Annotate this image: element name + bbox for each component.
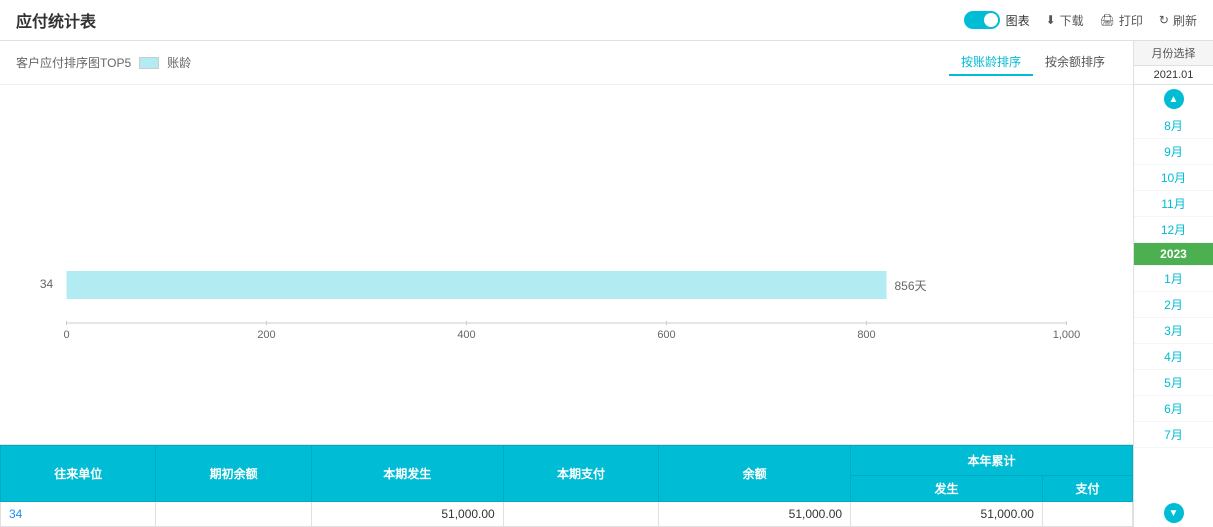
- chart-legend: 客户应付排序图TOP5 账龄: [16, 54, 191, 71]
- svg-text:1,000: 1,000: [1053, 329, 1081, 341]
- month-item[interactable]: 12月: [1134, 217, 1213, 243]
- nav-down-button[interactable]: ▼: [1164, 503, 1184, 523]
- month-item[interactable]: 2月: [1134, 292, 1213, 318]
- download-button[interactable]: ⬇ 下载: [1046, 12, 1084, 29]
- month-item[interactable]: 1月: [1134, 266, 1213, 292]
- print-label: 打印: [1119, 12, 1143, 29]
- app-container: 应付统计表 图表 ⬇ 下载 🖨 打印 ↻ 刷新: [0, 0, 1213, 527]
- svg-text:600: 600: [657, 329, 675, 341]
- month-item[interactable]: 7月: [1134, 422, 1213, 448]
- month-item[interactable]: 11月: [1134, 191, 1213, 217]
- chart-header: 客户应付排序图TOP5 账龄 按账龄排序 按余额排序: [0, 41, 1133, 85]
- sidebar-year-input[interactable]: [1134, 66, 1213, 85]
- svg-text:856天: 856天: [895, 279, 927, 293]
- legend-title: 客户应付排序图TOP5: [16, 54, 131, 71]
- header: 应付统计表 图表 ⬇ 下载 🖨 打印 ↻ 刷新: [0, 0, 1213, 41]
- month-item[interactable]: 8月: [1134, 113, 1213, 139]
- table-area: 往来单位 期初余额 本期发生 本期支付 余额 本年累计 发生 支付: [0, 444, 1133, 527]
- col-balance-header: 余额: [659, 446, 851, 502]
- legend-label: 账龄: [167, 54, 191, 71]
- header-actions: 图表 ⬇ 下载 🖨 打印 ↻ 刷新: [964, 11, 1197, 29]
- vendor-link[interactable]: 34: [9, 507, 22, 521]
- print-icon: 🖨: [1100, 13, 1115, 27]
- month-item[interactable]: 2023: [1134, 243, 1213, 266]
- chart-area: 客户应付排序图TOP5 账龄 按账龄排序 按余额排序 34 856天: [0, 41, 1133, 527]
- main-content: 客户应付排序图TOP5 账龄 按账龄排序 按余额排序 34 856天: [0, 41, 1213, 527]
- col-current-pay-header: 本期支付: [503, 446, 658, 502]
- svg-text:800: 800: [857, 329, 875, 341]
- tab-by-balance[interactable]: 按余额排序: [1033, 49, 1117, 76]
- chart-bar: [67, 271, 887, 299]
- chart-svg-container: 34 856天 0 200 400 600 800 1,000: [0, 85, 1133, 444]
- sidebar-month-header: 月份选择: [1134, 41, 1213, 66]
- bar-chart: 34 856天 0 200 400 600 800 1,000: [16, 93, 1117, 373]
- download-icon: ⬇: [1046, 13, 1056, 27]
- col-current-occur-header: 本期发生: [311, 446, 503, 502]
- sidebar-nav-down: ▼: [1134, 499, 1213, 527]
- svg-text:400: 400: [457, 329, 475, 341]
- chart-toggle-container[interactable]: 图表: [964, 11, 1030, 29]
- current_occur-cell: 51,000.00: [311, 502, 503, 527]
- month-item[interactable]: 9月: [1134, 139, 1213, 165]
- print-button[interactable]: 🖨 打印: [1100, 12, 1143, 29]
- opening-cell: [156, 502, 311, 527]
- download-label: 下载: [1060, 12, 1084, 29]
- month-item[interactable]: 3月: [1134, 318, 1213, 344]
- refresh-label: 刷新: [1173, 12, 1197, 29]
- month-item[interactable]: 4月: [1134, 344, 1213, 370]
- chart-tabs: 按账龄排序 按余额排序: [949, 49, 1117, 76]
- data-table: 往来单位 期初余额 本期发生 本期支付 余额 本年累计 发生 支付: [0, 445, 1133, 527]
- vendor-cell: 34: [1, 502, 156, 527]
- balance-cell: 51,000.00: [659, 502, 851, 527]
- refresh-icon: ↻: [1159, 13, 1169, 27]
- ytd_pay-cell: [1042, 502, 1132, 527]
- refresh-button[interactable]: ↻ 刷新: [1159, 12, 1197, 29]
- page-title: 应付统计表: [16, 8, 96, 32]
- tab-by-amount[interactable]: 按账龄排序: [949, 49, 1033, 76]
- ytd_occur-cell: 51,000.00: [851, 502, 1043, 527]
- month-item[interactable]: 10月: [1134, 165, 1213, 191]
- right-sidebar: 月份选择 ▲ 8月9月10月11月12月20231月2月3月4月5月6月7月 ▼: [1133, 41, 1213, 527]
- legend-box: [139, 57, 159, 69]
- month-item[interactable]: 5月: [1134, 370, 1213, 396]
- sidebar-nav-up: ▲: [1134, 85, 1213, 113]
- month-list: 8月9月10月11月12月20231月2月3月4月5月6月7月: [1134, 113, 1213, 499]
- month-item[interactable]: 6月: [1134, 396, 1213, 422]
- svg-text:34: 34: [40, 277, 54, 291]
- chart-toggle-label: 图表: [1006, 12, 1030, 29]
- chart-toggle[interactable]: [964, 11, 1000, 29]
- col-ytd-header: 本年累计: [851, 446, 1133, 476]
- col-ytd-occur-header: 发生: [851, 476, 1043, 502]
- svg-text:200: 200: [257, 329, 275, 341]
- nav-up-button[interactable]: ▲: [1164, 89, 1184, 109]
- table-row: 3451,000.0051,000.0051,000.00: [1, 502, 1133, 527]
- current_pay-cell: [503, 502, 658, 527]
- svg-text:0: 0: [63, 329, 69, 341]
- col-ytd-pay-header: 支付: [1042, 476, 1132, 502]
- col-opening-header: 期初余额: [156, 446, 311, 502]
- col-vendor-header: 往来单位: [1, 446, 156, 502]
